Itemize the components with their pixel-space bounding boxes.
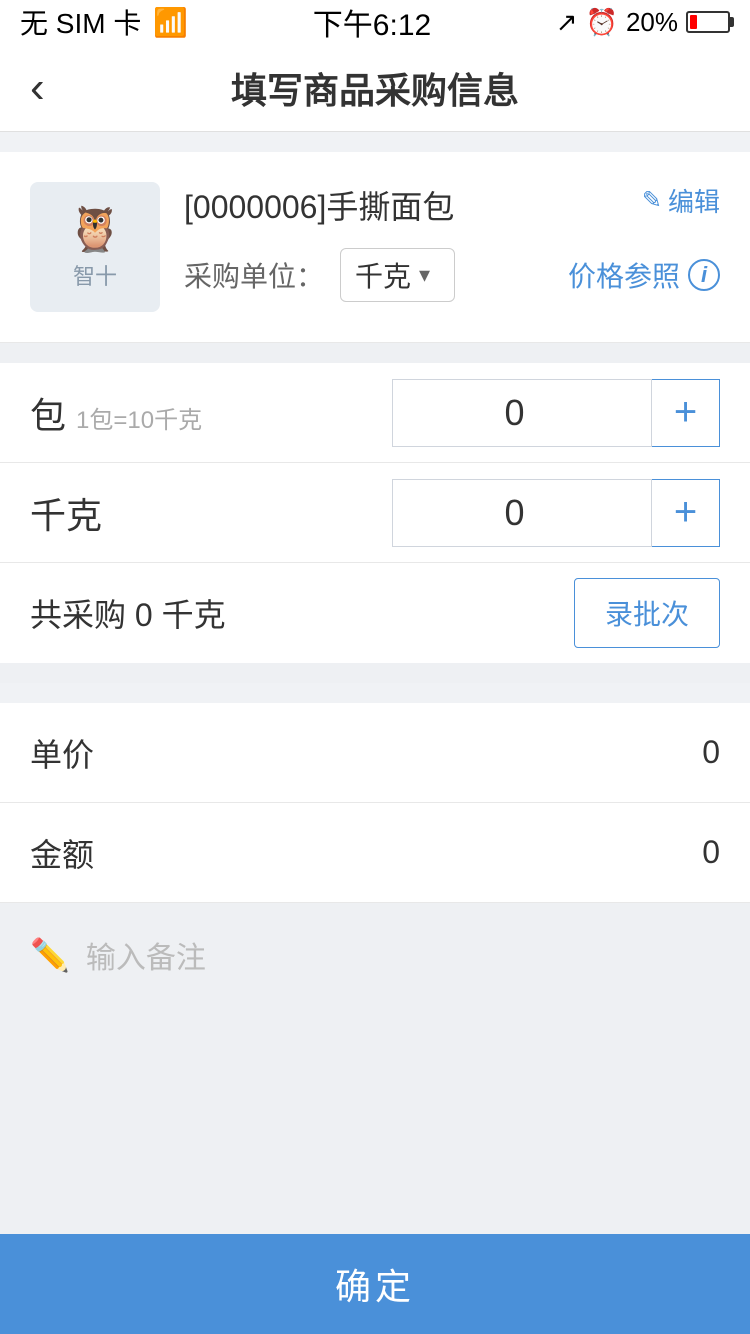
kg-label: 千克 xyxy=(30,487,102,539)
product-img-sub: 智十 xyxy=(73,259,117,291)
kg-plus-button[interactable]: + xyxy=(652,479,720,547)
back-button[interactable]: ‹ xyxy=(30,63,45,113)
unit-row: 采购单位： 千克 ▾ 价格参照 i xyxy=(184,248,720,302)
amount-value: 0 xyxy=(702,834,720,871)
input-section: 包 1包=10千克 + 千克 + xyxy=(0,363,750,563)
battery-tip xyxy=(730,17,734,27)
kg-controls: + xyxy=(392,479,720,547)
no-sim-text: 无 SIM 卡 xyxy=(20,2,141,42)
unit-price-label: 单价 xyxy=(30,730,94,776)
total-label: 共采购 xyxy=(30,597,126,633)
product-image: 🦉 智十 xyxy=(30,182,160,312)
price-ref-label: 价格参照 xyxy=(568,255,680,295)
section-divider-1 xyxy=(0,343,750,363)
total-amount: 0 xyxy=(135,597,153,633)
nav-bar: ‹ 填写商品采购信息 xyxy=(0,44,750,132)
info-icon: i xyxy=(688,259,720,291)
price-section: 单价 0 金额 0 xyxy=(0,703,750,903)
product-img-owl-icon: 🦉 xyxy=(68,203,123,255)
price-ref-button[interactable]: 价格参照 i xyxy=(568,255,720,295)
unit-value: 千克 xyxy=(355,255,411,295)
bag-label: 包 xyxy=(30,387,66,439)
remark-placeholder: 输入备注 xyxy=(86,933,206,977)
status-bar-right: ↗ ⏰ 20% xyxy=(556,7,730,38)
alarm-icon: ⏰ xyxy=(586,7,618,38)
kg-quantity-input[interactable] xyxy=(392,479,652,547)
bag-quantity-input[interactable] xyxy=(392,379,652,447)
bag-sub-label: 1包=10千克 xyxy=(76,400,202,435)
product-name: [0000006]手撕面包 xyxy=(184,182,454,228)
bag-plus-button[interactable]: + xyxy=(652,379,720,447)
kg-input-row: 千克 + xyxy=(0,463,750,563)
kg-label-group: 千克 xyxy=(30,487,102,539)
edit-label: 编辑 xyxy=(668,182,720,219)
total-batch-row: 共采购 0 千克 录批次 xyxy=(0,563,750,663)
unit-label: 采购单位： xyxy=(184,255,324,295)
pencil-icon: ✏️ xyxy=(30,936,70,974)
amount-row: 金额 0 xyxy=(0,803,750,903)
batch-button[interactable]: 录批次 xyxy=(574,578,720,648)
page-title: 填写商品采购信息 xyxy=(231,62,519,114)
location-icon: ↗ xyxy=(556,7,578,38)
unit-dropdown-icon: ▾ xyxy=(419,262,430,288)
bag-controls: + xyxy=(392,379,720,447)
wifi-icon: 📶 xyxy=(153,6,188,39)
total-unit: 千克 xyxy=(162,597,226,633)
bag-label-group: 包 1包=10千克 xyxy=(30,387,202,439)
battery-icon xyxy=(686,11,730,33)
battery-fill xyxy=(690,15,697,29)
product-info: [0000006]手撕面包 ✎ 编辑 采购单位： 千克 ▾ 价格参照 i xyxy=(184,182,720,302)
product-card: 🦉 智十 [0000006]手撕面包 ✎ 编辑 采购单位： 千克 ▾ 价格参照 … xyxy=(0,152,750,343)
section-divider-2 xyxy=(0,663,750,683)
unit-price-value: 0 xyxy=(702,734,720,771)
remark-section[interactable]: ✏️ 输入备注 xyxy=(0,903,750,1007)
product-id: [0000006] xyxy=(184,189,326,225)
edit-button[interactable]: ✎ 编辑 xyxy=(642,182,720,219)
status-bar-left: 无 SIM 卡 📶 xyxy=(20,2,188,42)
bag-input-row: 包 1包=10千克 + xyxy=(0,363,750,463)
unit-price-row: 单价 0 xyxy=(0,703,750,803)
unit-select[interactable]: 千克 ▾ xyxy=(340,248,455,302)
product-name-row: [0000006]手撕面包 ✎ 编辑 xyxy=(184,182,720,228)
status-bar-time: 下午6:12 xyxy=(313,0,431,44)
edit-icon: ✎ xyxy=(642,186,662,215)
status-bar: 无 SIM 卡 📶 下午6:12 ↗ ⏰ 20% xyxy=(0,0,750,44)
product-title: 手撕面包 xyxy=(326,189,454,225)
amount-label: 金额 xyxy=(30,830,94,876)
total-text: 共采购 0 千克 xyxy=(30,590,226,636)
confirm-button[interactable]: 确定 xyxy=(0,1234,750,1334)
battery-percent: 20% xyxy=(626,7,678,38)
